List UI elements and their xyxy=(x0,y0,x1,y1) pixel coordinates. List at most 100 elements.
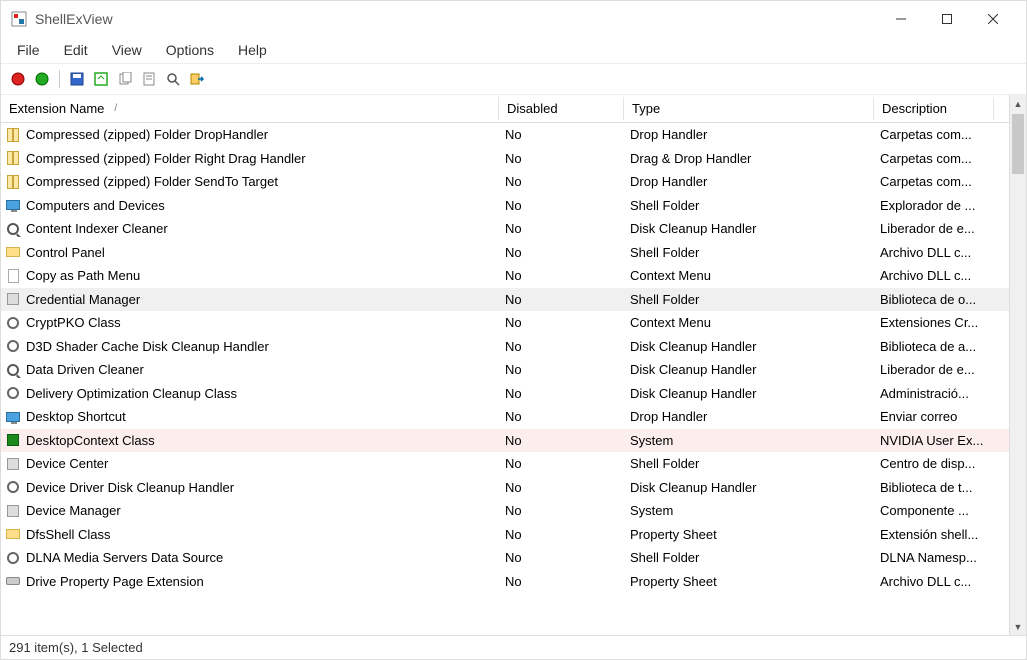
scroll-thumb[interactable] xyxy=(1012,114,1024,174)
row-disabled: No xyxy=(499,433,624,448)
row-disabled: No xyxy=(499,292,624,307)
row-disabled: No xyxy=(499,456,624,471)
menu-view[interactable]: View xyxy=(102,40,152,60)
drive-icon xyxy=(5,573,21,589)
row-name: Device Manager xyxy=(26,503,121,518)
row-description: Administració... xyxy=(874,386,994,401)
row-disabled: No xyxy=(499,409,624,424)
column-header-type[interactable]: Type xyxy=(624,97,874,120)
table-row[interactable]: Drive Property Page Extension NoProperty … xyxy=(1,570,1009,594)
row-type: Disk Cleanup Handler xyxy=(624,221,874,236)
box-icon xyxy=(5,456,21,472)
table-row[interactable]: Device CenterNoShell FolderCentro de dis… xyxy=(1,452,1009,476)
row-disabled: No xyxy=(499,527,624,542)
row-type: Shell Folder xyxy=(624,198,874,213)
row-name: Compressed (zipped) Folder DropHandler xyxy=(26,127,268,142)
column-header-name[interactable]: Extension Name / xyxy=(1,97,499,120)
row-type: Drop Handler xyxy=(624,174,874,189)
row-type: Drop Handler xyxy=(624,409,874,424)
row-description: Liberador de e... xyxy=(874,221,994,236)
row-disabled: No xyxy=(499,550,624,565)
scroll-track[interactable] xyxy=(1010,112,1026,618)
row-description: Biblioteca de a... xyxy=(874,339,994,354)
row-name: Data Driven Cleaner xyxy=(26,362,144,377)
menu-edit[interactable]: Edit xyxy=(54,40,98,60)
row-type: Property Sheet xyxy=(624,574,874,589)
copy-button[interactable] xyxy=(116,70,134,88)
row-disabled: No xyxy=(499,362,624,377)
row-disabled: No xyxy=(499,574,624,589)
disable-button[interactable] xyxy=(9,70,27,88)
menubar: File Edit View Options Help xyxy=(1,37,1026,63)
minimize-button[interactable] xyxy=(878,4,924,34)
row-disabled: No xyxy=(499,386,624,401)
row-description: NVIDIA User Ex... xyxy=(874,433,994,448)
row-name: Drive Property Page Extension xyxy=(26,574,204,589)
table-row[interactable]: Delivery Optimization Cleanup Class NoDis… xyxy=(1,382,1009,406)
row-name: Compressed (zipped) Folder SendTo Target xyxy=(26,174,278,189)
row-name: Computers and Devices xyxy=(26,198,165,213)
gear-icon xyxy=(5,550,21,566)
column-header-disabled[interactable]: Disabled xyxy=(499,97,624,120)
row-type: Disk Cleanup Handler xyxy=(624,386,874,401)
row-name: Copy as Path Menu xyxy=(26,268,140,283)
row-disabled: No xyxy=(499,198,624,213)
table-row[interactable]: Device Driver Disk Cleanup HandlerNoDisk… xyxy=(1,476,1009,500)
box-icon xyxy=(5,291,21,307)
row-name: Device Center xyxy=(26,456,108,471)
scroll-up-button[interactable]: ▲ xyxy=(1010,95,1026,112)
table-row[interactable]: CryptPKO ClassNoContext MenuExtensiones … xyxy=(1,311,1009,335)
save-button[interactable] xyxy=(68,70,86,88)
table-row[interactable]: Control PanelNoShell FolderArchivo DLL c… xyxy=(1,241,1009,265)
scroll-down-button[interactable]: ▼ xyxy=(1010,618,1026,635)
row-type: Drag & Drop Handler xyxy=(624,151,874,166)
table-row[interactable]: Compressed (zipped) Folder SendTo Target… xyxy=(1,170,1009,194)
row-name: Delivery Optimization Cleanup Class xyxy=(26,386,237,401)
row-description: Extensiones Cr... xyxy=(874,315,994,330)
row-disabled: No xyxy=(499,174,624,189)
vertical-scrollbar[interactable]: ▲ ▼ xyxy=(1009,95,1026,635)
row-name: DesktopContext Class xyxy=(26,433,155,448)
row-type: System xyxy=(624,433,874,448)
row-disabled: No xyxy=(499,221,624,236)
monitor-icon xyxy=(5,197,21,213)
refresh-button[interactable] xyxy=(92,70,110,88)
row-description: Archivo DLL c... xyxy=(874,268,994,283)
properties-button[interactable] xyxy=(140,70,158,88)
table-row[interactable]: D3D Shader Cache Disk Cleanup HandlerNoD… xyxy=(1,335,1009,359)
table-row[interactable]: Desktop ShortcutNoDrop HandlerEnviar cor… xyxy=(1,405,1009,429)
search-icon xyxy=(5,362,21,378)
table-row[interactable]: DesktopContext Class NoSystemNVIDIA User … xyxy=(1,429,1009,453)
table-row[interactable]: Data Driven CleanerNoDisk Cleanup Handle… xyxy=(1,358,1009,382)
row-name: DfsShell Class xyxy=(26,527,111,542)
exit-button[interactable] xyxy=(188,70,206,88)
statusbar-text: 291 item(s), 1 Selected xyxy=(9,640,143,655)
row-type: Shell Folder xyxy=(624,245,874,260)
maximize-button[interactable] xyxy=(924,4,970,34)
table-row[interactable]: Computers and Devices NoShell FolderExplo… xyxy=(1,194,1009,218)
table-row[interactable]: Device ManagerNoSystemComponente ... xyxy=(1,499,1009,523)
menu-options[interactable]: Options xyxy=(156,40,224,60)
row-type: Shell Folder xyxy=(624,550,874,565)
window-title: ShellExView xyxy=(35,11,878,27)
zip-icon xyxy=(5,150,21,166)
row-disabled: No xyxy=(499,503,624,518)
row-description: DLNA Namesp... xyxy=(874,550,994,565)
table-row[interactable]: Compressed (zipped) Folder DropHandlerNo… xyxy=(1,123,1009,147)
table-row[interactable]: Credential ManagerNoShell FolderBibliote… xyxy=(1,288,1009,312)
close-button[interactable] xyxy=(970,4,1016,34)
row-description: Explorador de ... xyxy=(874,198,994,213)
table-header: Extension Name / Disabled Type Descripti… xyxy=(1,95,1009,123)
table-row[interactable]: Compressed (zipped) Folder Right Drag Ha… xyxy=(1,147,1009,171)
gear-icon xyxy=(5,479,21,495)
menu-help[interactable]: Help xyxy=(228,40,277,60)
menu-file[interactable]: File xyxy=(7,40,50,60)
table-row[interactable]: DfsShell ClassNoProperty SheetExtensión … xyxy=(1,523,1009,547)
row-description: Extensión shell... xyxy=(874,527,994,542)
table-row[interactable]: Copy as Path MenuNoContext MenuArchivo D… xyxy=(1,264,1009,288)
enable-button[interactable] xyxy=(33,70,51,88)
table-row[interactable]: Content Indexer CleanerNoDisk Cleanup Ha… xyxy=(1,217,1009,241)
column-header-description[interactable]: Description xyxy=(874,97,994,120)
table-row[interactable]: DLNA Media Servers Data SourceNoShell Fo… xyxy=(1,546,1009,570)
find-button[interactable] xyxy=(164,70,182,88)
